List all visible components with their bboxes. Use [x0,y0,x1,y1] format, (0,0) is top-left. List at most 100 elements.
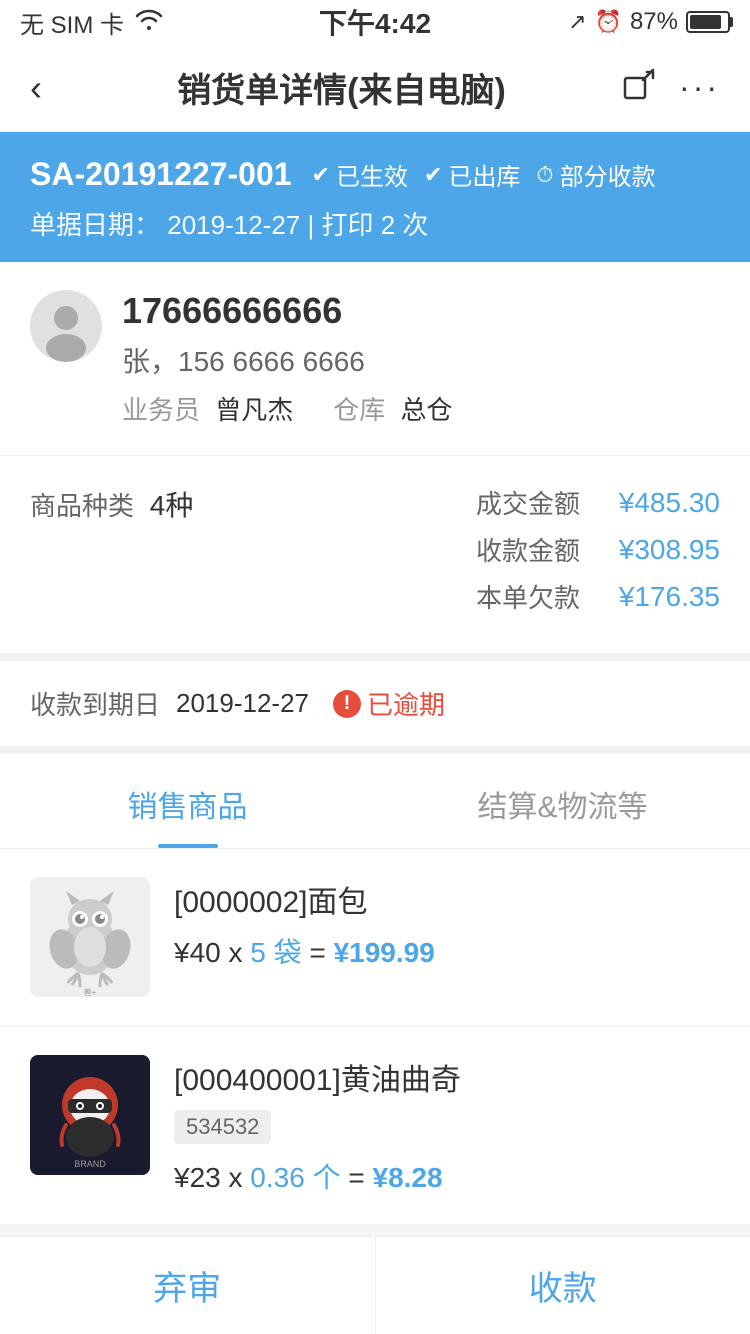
type-label: 商品种类 [30,491,134,521]
banner-top: SA-20191227-001 ✔ ✔ 已生效 已生效 ✔ 已出库 ⏱ 部分收款 [30,156,720,193]
product-2-multiply: x [229,1162,251,1193]
type-value: 4种 [150,490,194,521]
overdue-badge: ! 已逾期 [333,685,445,722]
warehouse-item: 仓库 总仓 [333,390,452,427]
summary-left: 商品种类 4种 [30,484,476,524]
customer-id: 17666666666 [122,290,720,332]
overdue-icon: ! [333,690,361,718]
alarm-icon: ⏰ [595,9,622,35]
product-item: BRAND [000400001]黄油曲奇 534532 ¥23 x 0.36 … [0,1027,750,1224]
received-row: 收款金额 ¥308.95 [476,531,720,568]
product-1-qty: 5 [250,937,266,968]
banner-date-info: 单据日期： 2019-12-27 | 打印 2 次 [30,205,720,242]
product-1-total: ¥199.99 [334,937,435,968]
back-button[interactable]: ‹ [30,67,42,109]
product-2-price: ¥23 x 0.36 个 = ¥8.28 [174,1156,720,1196]
salesperson-item: 业务员 曾凡杰 [122,390,293,427]
customer-contact: 张，156 6666 6666 [122,340,720,380]
svg-text:兽+: 兽+ [84,987,97,997]
battery-icon [686,11,730,33]
bottom-bar: 弃审 收款 [0,1236,750,1334]
due-date-value: 2019-12-27 [176,688,309,719]
amount-value: ¥485.30 [600,487,720,519]
product-2-info: [000400001]黄油曲奇 534532 ¥23 x 0.36 个 = ¥8… [174,1055,720,1196]
date-value: 2019-12-27 [167,210,300,240]
warehouse-label: 仓库 [333,395,385,425]
status-badges: ✔ ✔ 已生效 已生效 ✔ 已出库 ⏱ 部分收款 [312,157,656,192]
product-2-equals: = [348,1162,372,1193]
product-item: 兽+ [0000002]面包 ¥40 x 5 袋 = ¥199.99 [0,849,750,1025]
product-1-base-price: ¥40 [174,937,221,968]
reject-label: 弃审 [153,1261,221,1310]
check-icon-1: ✔ [312,162,330,188]
more-button[interactable]: ··· [679,69,720,106]
check-icon-2: ✔ [424,162,442,188]
warehouse-value: 总仓 [401,395,453,425]
salesperson-value: 曾凡杰 [215,395,293,425]
tab-settlement[interactable]: 结算&物流等 [375,754,750,848]
order-header-banner: SA-20191227-001 ✔ ✔ 已生效 已生效 ✔ 已出库 ⏱ 部分收款… [0,132,750,262]
tab-products-label: 销售商品 [128,791,248,824]
summary-right: 成交金额 ¥485.30 收款金额 ¥308.95 本单欠款 ¥176.35 [476,484,720,625]
badge-shipped: ✔ 已出库 [424,157,520,192]
svg-text:BRAND: BRAND [74,1159,106,1169]
summary-section: 商品种类 4种 成交金额 ¥485.30 收款金额 ¥308.95 本单欠款 ¥… [0,456,750,661]
due-label: 收款到期日 [30,685,160,722]
product-2-qty: 0.36 [250,1162,305,1193]
owed-row: 本单欠款 ¥176.35 [476,578,720,615]
nav-bar: ‹ 销货单详情(来自电脑) ··· [0,44,750,132]
customer-info: 17666666666 张，156 6666 6666 业务员 曾凡杰 仓库 总… [122,290,720,427]
product-2-name: [000400001]黄油曲奇 [174,1055,720,1099]
status-time: 下午4:42 [319,2,431,42]
owed-value: ¥176.35 [600,581,720,613]
due-date-section: 收款到期日 2019-12-27 ! 已逾期 [0,661,750,754]
date-label: 单据日期： [30,210,160,240]
received-label: 收款金额 [476,531,580,568]
tabs-section: 销售商品 结算&物流等 [0,754,750,849]
product-2-image: BRAND [30,1055,150,1175]
export-button[interactable] [621,64,659,111]
nav-actions: ··· [621,64,720,111]
customer-section: 17666666666 张，156 6666 6666 业务员 曾凡杰 仓库 总… [0,262,750,456]
tab-settlement-label: 结算&物流等 [477,791,647,824]
overdue-text: 已逾期 [367,685,445,722]
product-2-total: ¥8.28 [373,1162,443,1193]
page-title: 销货单详情(来自电脑) [62,63,621,112]
product-list: 兽+ [0000002]面包 ¥40 x 5 袋 = ¥199.99 [0,849,750,1224]
reject-button[interactable]: 弃审 [0,1237,376,1334]
product-1-price: ¥40 x 5 袋 = ¥199.99 [174,931,720,971]
customer-meta: 业务员 曾凡杰 仓库 总仓 [122,390,720,427]
print-count: 2 [381,210,395,240]
status-bar: 无 SIM 卡 下午4:42 ↗ ⏰ 87% [0,0,750,44]
battery-percent: 87% [630,8,678,36]
wifi-icon [134,8,164,37]
product-2-unit: 个 [313,1162,341,1193]
tab-products[interactable]: 销售商品 [0,754,375,848]
status-left: 无 SIM 卡 [20,5,164,40]
product-1-info: [0000002]面包 ¥40 x 5 袋 = ¥199.99 [174,877,720,971]
location-icon: ↗ [568,9,586,35]
product-1-unit: 袋 [274,937,302,968]
amount-row: 成交金额 ¥485.30 [476,484,720,521]
product-1-multiply: x [229,937,251,968]
badge-partial: ⏱ 部分收款 [536,157,655,192]
product-1-image: 兽+ [30,877,150,997]
badge-effective: ✔ ✔ 已生效 已生效 [312,157,408,192]
order-id: SA-20191227-001 [30,156,292,193]
amount-label: 成交金额 [476,484,580,521]
product-1-name: [0000002]面包 [174,877,720,921]
status-right: ↗ ⏰ 87% [568,8,730,36]
product-2-base-price: ¥23 [174,1162,221,1193]
product-1-equals: = [309,937,333,968]
salesperson-label: 业务员 [122,395,200,425]
owed-label: 本单欠款 [476,578,580,615]
print-suffix: 次 [402,210,428,240]
avatar [30,290,102,362]
print-separator: | 打印 [307,210,380,240]
received-value: ¥308.95 [600,534,720,566]
product-2-sku: 534532 [174,1110,271,1144]
collect-button[interactable]: 收款 [376,1237,750,1334]
carrier-text: 无 SIM 卡 [20,5,124,40]
clock-icon: ⏱ [536,162,553,188]
collect-label: 收款 [529,1261,597,1310]
